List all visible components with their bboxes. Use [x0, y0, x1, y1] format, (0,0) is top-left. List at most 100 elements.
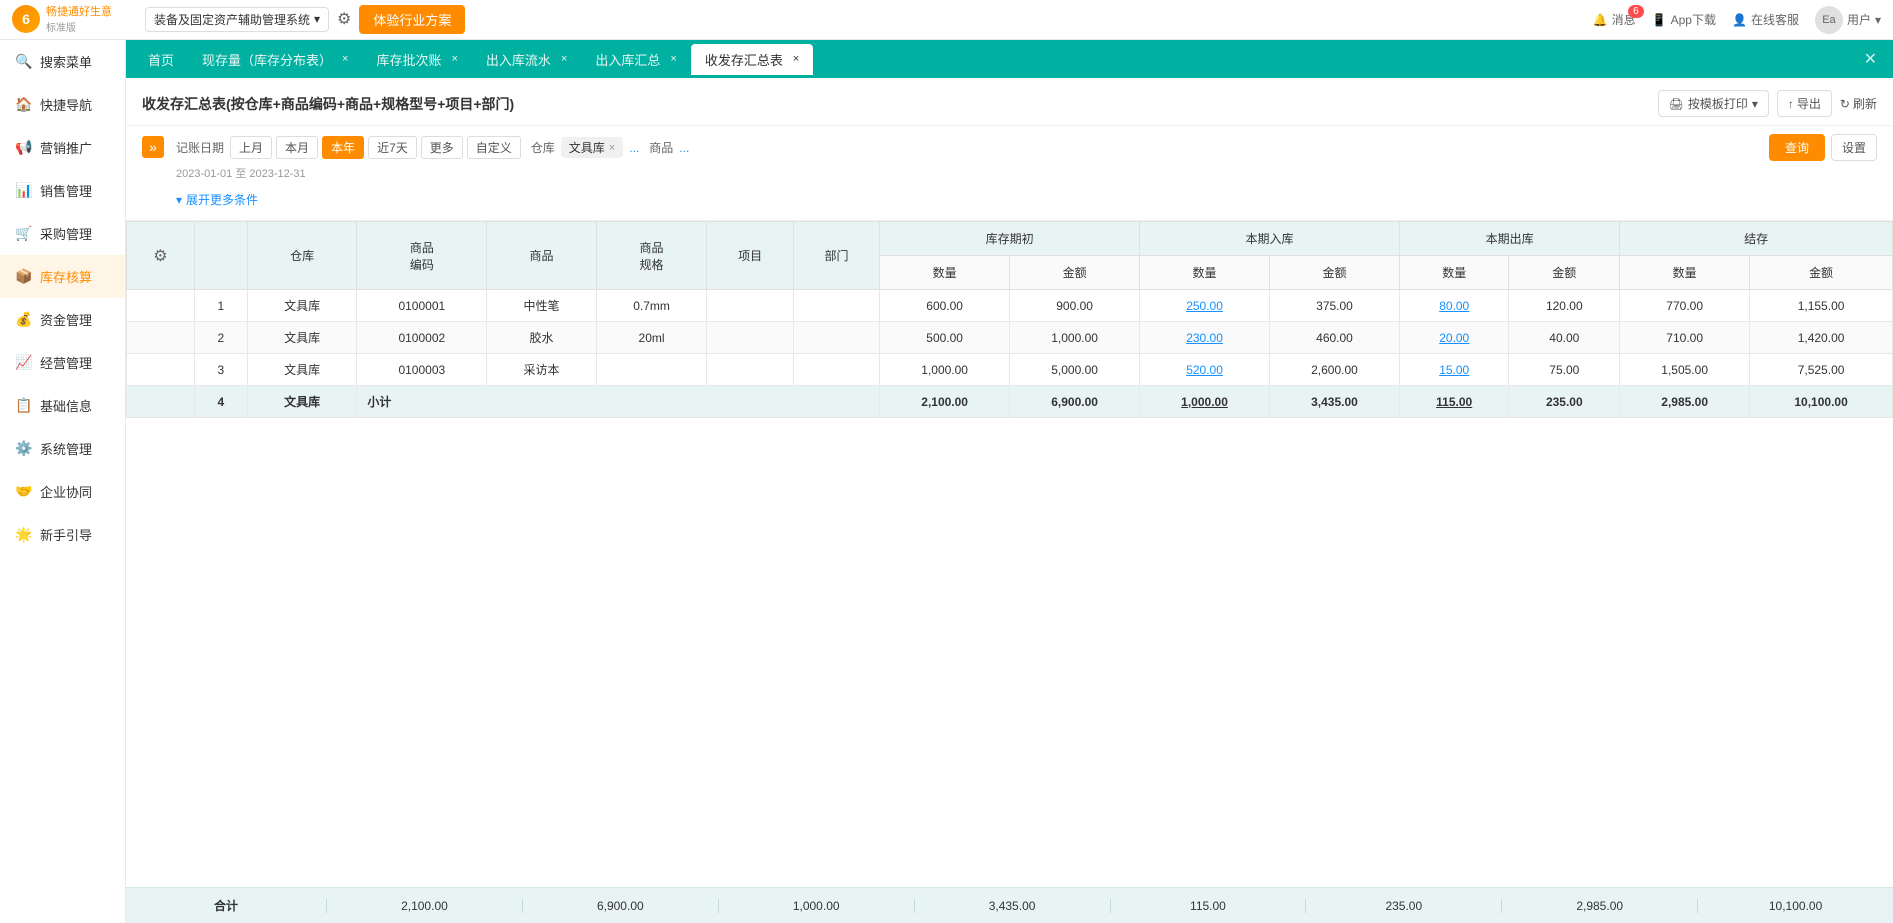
tab-bar: 首页 现存量（库存分布表） × 库存批次账 × 出入库流水 × 出入库汇总 × … [126, 40, 1893, 78]
row-settings [127, 322, 195, 354]
row-spec [596, 354, 707, 386]
row-in-qty[interactable]: 230.00 [1140, 322, 1270, 354]
row-out-qty[interactable]: 15.00 [1399, 354, 1508, 386]
date-btn-more[interactable]: 更多 [421, 136, 463, 159]
warehouse-tag-close[interactable]: × [609, 142, 615, 154]
sidebar-item-operation[interactable]: 📈 经营管理 [0, 341, 125, 384]
logo-area: 6 畅捷通好生意 标准版 [12, 5, 137, 34]
export-button[interactable]: ↑ 导出 [1777, 90, 1832, 117]
dropdown-icon: ▾ [314, 12, 320, 26]
date-btn-this-month[interactable]: 本月 [276, 136, 318, 159]
footer-out-qty: 115.00 [1110, 899, 1306, 913]
row-out-qty[interactable]: 20.00 [1399, 322, 1508, 354]
tab-close-icon[interactable]: × [451, 53, 457, 65]
goods-ellipsis[interactable]: ... [679, 141, 689, 155]
settings-icon[interactable]: ⚙ [337, 9, 351, 29]
row-start-qty: 1,000.00 [880, 354, 1010, 386]
header-right-actions: 🖨 按模板打印 ▾ ↑ 导出 ↻ 刷新 [1658, 90, 1877, 117]
trial-button[interactable]: 体验行业方案 [359, 5, 465, 34]
sidebar-item-system[interactable]: ⚙️ 系统管理 [0, 427, 125, 470]
subtotal-warehouse: 文具库 [247, 386, 356, 418]
date-btn-custom[interactable]: 自定义 [467, 136, 521, 159]
sidebar-item-purchase[interactable]: 🛒 采购管理 [0, 212, 125, 255]
print-template-button[interactable]: 🖨 按模板打印 ▾ [1658, 90, 1769, 117]
refresh-button[interactable]: ↻ 刷新 [1840, 95, 1877, 112]
th-balance: 结存 [1620, 222, 1893, 256]
tab-bar-close-icon[interactable]: ✕ [1856, 49, 1885, 69]
sidebar-item-inventory[interactable]: 📦 库存核算 [0, 255, 125, 298]
gear-icon: ⚙️ [16, 441, 32, 457]
date-btn-this-year[interactable]: 本年 [322, 136, 364, 159]
tab-receive-summary-label: 收发存汇总表 [705, 50, 783, 69]
subtotal-settings [127, 386, 195, 418]
row-goods: 中性笔 [487, 290, 596, 322]
warehouse-ellipsis[interactable]: ... [629, 141, 639, 155]
sidebar-item-newguide[interactable]: 🌟 新手引导 [0, 513, 125, 556]
th-warehouse: 仓库 [247, 222, 356, 290]
row-out-amt: 120.00 [1509, 290, 1620, 322]
tab-inventory-dist[interactable]: 现存量（库存分布表） × [188, 44, 362, 75]
row-no: 2 [194, 322, 247, 354]
sidebar-label-basic: 基础信息 [40, 396, 92, 415]
row-in-qty[interactable]: 520.00 [1140, 354, 1270, 386]
row-out-qty[interactable]: 80.00 [1399, 290, 1508, 322]
tab-close-icon[interactable]: × [342, 53, 348, 65]
header-right: 🔔 消息 6 📱 App下载 👤 在线客服 Ea 用户 ▾ [1593, 6, 1881, 34]
sidebar-item-marketing[interactable]: 📢 营销推广 [0, 126, 125, 169]
tab-home[interactable]: 首页 [134, 44, 188, 75]
row-start-qty: 600.00 [880, 290, 1010, 322]
query-button[interactable]: 查询 [1769, 134, 1825, 161]
tab-batch-label: 库存批次账 [376, 50, 441, 69]
user-area[interactable]: Ea 用户 ▾ [1815, 6, 1881, 34]
tab-inout-summary[interactable]: 出入库汇总 × [581, 44, 690, 75]
subtotal-in-qty[interactable]: 1,000.00 [1140, 386, 1270, 418]
sidebar-item-finance[interactable]: 💰 资金管理 [0, 298, 125, 341]
tab-receive-summary[interactable]: 收发存汇总表 × [691, 44, 813, 75]
tab-close-icon[interactable]: × [793, 53, 799, 65]
goods-label: 商品 [649, 139, 673, 156]
expand-conditions-button[interactable]: ▾ 展开更多条件 [176, 187, 1877, 212]
sidebar-item-sales[interactable]: 📊 销售管理 [0, 169, 125, 212]
sidebar-item-basic[interactable]: 📋 基础信息 [0, 384, 125, 427]
app-download[interactable]: 📱 App下载 [1652, 11, 1716, 28]
filter-toggle-button[interactable]: » [142, 136, 164, 158]
row-in-qty[interactable]: 250.00 [1140, 290, 1270, 322]
tab-home-label: 首页 [148, 50, 174, 69]
row-spec: 0.7mm [596, 290, 707, 322]
tab-inout-flow-label: 出入库流水 [486, 50, 551, 69]
row-project [707, 354, 793, 386]
date-btn-last-month[interactable]: 上月 [230, 136, 272, 159]
sidebar-label-quicknav: 快捷导航 [40, 95, 92, 114]
system-selector[interactable]: 装备及固定资产辅助管理系统 ▾ [145, 7, 329, 32]
main-content: 首页 现存量（库存分布表） × 库存批次账 × 出入库流水 × 出入库汇总 × … [126, 40, 1893, 923]
th-inventory-start: 库存期初 [880, 222, 1140, 256]
row-out-amt: 40.00 [1509, 322, 1620, 354]
tab-close-icon[interactable]: × [561, 53, 567, 65]
th-in-qty: 数量 [1140, 256, 1270, 290]
system-title: 装备及固定资产辅助管理系统 [154, 11, 310, 28]
row-settings [127, 354, 195, 386]
th-start-amt: 金额 [1010, 256, 1140, 290]
date-btn-7days[interactable]: 近7天 [368, 136, 417, 159]
tab-inout-flow[interactable]: 出入库流水 × [472, 44, 581, 75]
sidebar-item-search[interactable]: 🔍 搜索菜单 [0, 40, 125, 83]
sidebar-label-sales: 销售管理 [40, 181, 92, 200]
date-range-text: 2023-01-01 至 2023-12-31 [176, 168, 306, 180]
sidebar-item-quicknav[interactable]: 🏠 快捷导航 [0, 83, 125, 126]
sidebar-item-enterprise[interactable]: 🤝 企业协同 [0, 470, 125, 513]
date-filter: 记账日期 上月 本月 本年 近7天 更多 自定义 [176, 136, 521, 159]
subtotal-out-qty[interactable]: 115.00 [1399, 386, 1508, 418]
handshake-icon: 🤝 [16, 484, 32, 500]
service-icon: 👤 [1732, 13, 1747, 27]
th-settings[interactable]: ⚙ [127, 222, 195, 290]
th-in-amt: 金额 [1270, 256, 1400, 290]
row-bal-qty: 710.00 [1620, 322, 1750, 354]
online-service[interactable]: 👤 在线客服 [1732, 11, 1799, 28]
tab-close-icon[interactable]: × [670, 53, 676, 65]
sidebar-label-newguide: 新手引导 [40, 525, 92, 544]
settings-button[interactable]: 设置 [1831, 134, 1877, 161]
column-settings-icon[interactable]: ⚙ [153, 248, 167, 265]
date-buttons: 上月 本月 本年 近7天 更多 自定义 [230, 136, 521, 159]
tab-batch[interactable]: 库存批次账 × [362, 44, 471, 75]
notifications[interactable]: 🔔 消息 6 [1593, 11, 1636, 28]
